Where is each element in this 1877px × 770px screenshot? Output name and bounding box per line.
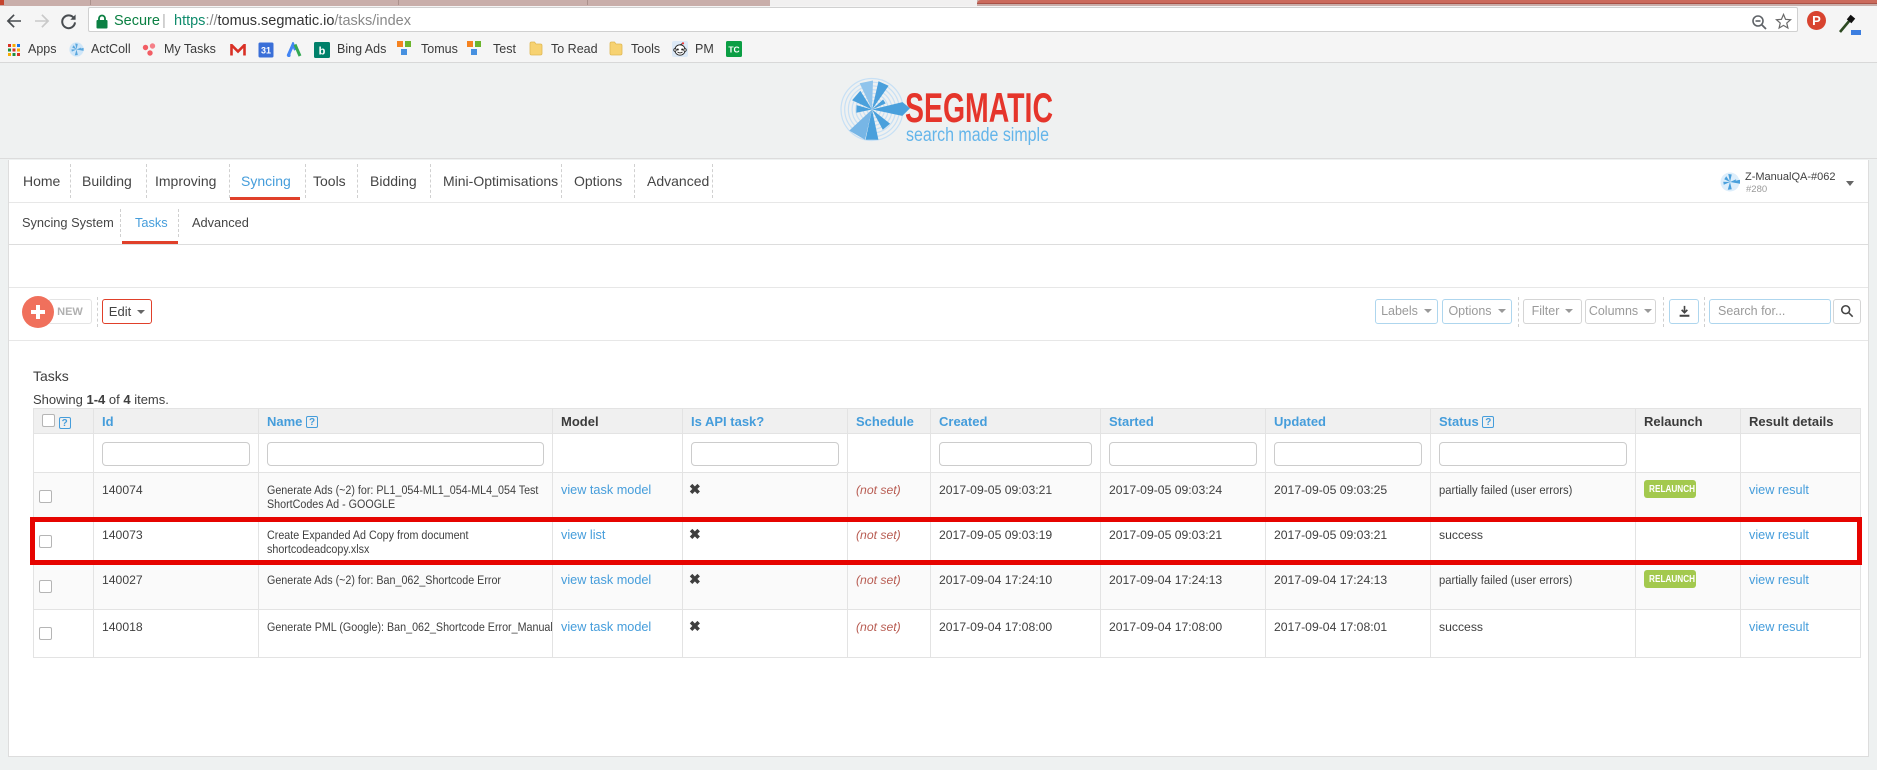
svg-text:TC: TC	[728, 45, 739, 55]
svg-text:SEGMATIC: SEGMATIC	[905, 84, 1053, 131]
svg-text:31: 31	[261, 46, 271, 56]
svg-text:b: b	[319, 46, 326, 58]
svg-text:search made simple: search made simple	[906, 125, 1049, 146]
